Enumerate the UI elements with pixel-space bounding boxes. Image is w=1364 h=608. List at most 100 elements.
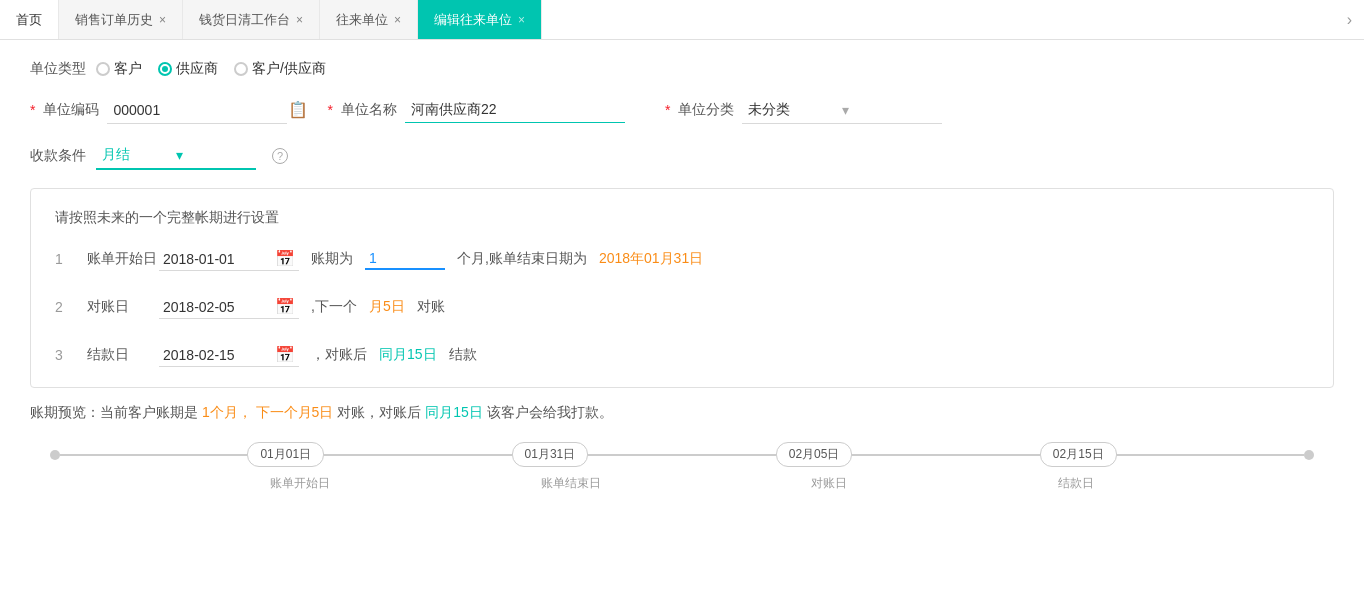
unit-code-input[interactable]	[113, 102, 288, 118]
tab-nav-arrow[interactable]: ›	[1335, 0, 1364, 39]
unit-code-input-wrap: 📋	[107, 96, 287, 124]
period-title: 请按照未来的一个完整帐期进行设置	[55, 209, 1309, 227]
timeline-node-1: 01月01日	[247, 442, 324, 467]
unit-name-input[interactable]	[405, 98, 625, 123]
period-count-wrap	[365, 248, 445, 270]
radio-customer-circle	[96, 62, 110, 76]
period-row-2-date-input[interactable]	[163, 299, 275, 315]
timeline-node-4-label: 02月15日	[1040, 442, 1117, 467]
tab-cashwork[interactable]: 钱货日清工作台 ×	[183, 0, 320, 39]
period-row-3-desc-after: 结款	[449, 346, 477, 364]
payment-terms-help[interactable]: ?	[272, 148, 288, 164]
payment-terms-select[interactable]: 月结 ▾	[96, 142, 256, 170]
timeline-node-2: 01月31日	[512, 442, 589, 467]
period-row-3-calendar-icon[interactable]: 📅	[275, 345, 295, 364]
period-row-3-highlight: 同月15日	[379, 346, 437, 364]
period-row-2-desc-after: 对账	[417, 298, 445, 316]
period-row-1-date-wrap: 📅	[159, 247, 299, 271]
preview-label: 账期预览：当前客户账期是	[30, 404, 198, 420]
unit-category-value: 未分类	[748, 101, 842, 119]
timeline-seg-5	[1117, 454, 1304, 456]
radio-both[interactable]: 客户/供应商	[234, 60, 326, 78]
timeline-end-dot	[1304, 450, 1314, 460]
payment-terms-label: 收款条件	[30, 147, 86, 165]
payment-terms-row: 收款条件 月结 ▾ ?	[30, 142, 1334, 170]
tab-home[interactable]: 首页	[0, 0, 59, 39]
preview-part1: 1个月，	[202, 404, 252, 420]
timeline-label-3: 对账日	[811, 475, 847, 492]
period-row-2-num: 2	[55, 299, 75, 315]
unit-type-row: 单位类型 客户 供应商 客户/供应商	[30, 60, 1334, 78]
period-row-2-desc-before: ,下一个	[311, 298, 357, 316]
main-content: 单位类型 客户 供应商 客户/供应商 * 单位编码 📋	[0, 40, 1364, 608]
timeline-label-4: 结款日	[1058, 475, 1094, 492]
period-row-1-num: 1	[55, 251, 75, 267]
tab-edit-partner-label: 编辑往来单位	[434, 11, 512, 29]
period-row-3-date-input[interactable]	[163, 347, 275, 363]
timeline-labels-row: 账单开始日 账单结束日 对账日 结款日	[50, 475, 1314, 492]
tab-sales-history-close[interactable]: ×	[159, 13, 166, 27]
period-count-input[interactable]	[369, 250, 441, 266]
unit-code-icon[interactable]: 📋	[288, 100, 308, 119]
unit-code-required-star: *	[30, 102, 35, 118]
period-row-2-highlight: 月5日	[369, 298, 405, 316]
timeline-node-3: 02月05日	[776, 442, 853, 467]
radio-supplier-circle	[158, 62, 172, 76]
tab-edit-partner-close[interactable]: ×	[518, 13, 525, 27]
payment-terms-arrow: ▾	[176, 147, 250, 163]
unit-category-select[interactable]: 未分类 ▾	[742, 97, 942, 124]
unit-category-arrow: ▾	[842, 102, 936, 118]
unit-category-label: 单位分类	[678, 101, 734, 119]
tab-cashwork-label: 钱货日清工作台	[199, 11, 290, 29]
unit-type-label: 单位类型	[30, 60, 86, 78]
period-row-3-num: 3	[55, 347, 75, 363]
timeline-start-dot	[50, 450, 60, 460]
timeline-seg-1	[60, 454, 247, 456]
unit-name-required-star: *	[327, 102, 332, 118]
period-row-3-date-wrap: 📅	[159, 343, 299, 367]
tab-partner-label: 往来单位	[336, 11, 388, 29]
timeline-seg-2	[324, 454, 511, 456]
preview-part2: 下一个月5日	[256, 404, 334, 420]
period-row-2-calendar-icon[interactable]: 📅	[275, 297, 295, 316]
period-row-1-calendar-icon[interactable]: 📅	[275, 249, 295, 268]
period-row-1: 1 账单开始日 📅 账期为 个月,账单结束日期为 2018年01月31日	[55, 247, 1309, 271]
tab-sales-history[interactable]: 销售订单历史 ×	[59, 0, 183, 39]
radio-supplier[interactable]: 供应商	[158, 60, 218, 78]
timeline-node-4: 02月15日	[1040, 442, 1117, 467]
tab-home-label: 首页	[16, 11, 42, 29]
preview-text: 账期预览：当前客户账期是 1个月， 下一个月5日 对账，对账后 同月15日 该客…	[30, 404, 1334, 422]
radio-both-label: 客户/供应商	[252, 60, 326, 78]
tab-cashwork-close[interactable]: ×	[296, 13, 303, 27]
timeline-node-2-label: 01月31日	[512, 442, 589, 467]
period-row-2-label: 对账日	[87, 298, 147, 316]
period-row-2: 2 对账日 📅 ,下一个 月5日 对账	[55, 295, 1309, 319]
unit-category-required-star: *	[665, 102, 670, 118]
preview-section: 账期预览：当前客户账期是 1个月， 下一个月5日 对账，对账后 同月15日 该客…	[30, 404, 1334, 492]
timeline-seg-4	[852, 454, 1039, 456]
period-row-1-date-input[interactable]	[163, 251, 275, 267]
period-row-3-desc-before: ，对账后	[311, 346, 367, 364]
timeline-label-2: 账单结束日	[541, 475, 601, 492]
period-row-1-label: 账单开始日	[87, 250, 147, 268]
preview-part4: 同月15日	[425, 404, 483, 420]
tab-partner[interactable]: 往来单位 ×	[320, 0, 418, 39]
radio-supplier-label: 供应商	[176, 60, 218, 78]
period-row-3: 3 结款日 📅 ，对账后 同月15日 结款	[55, 343, 1309, 367]
timeline-node-1-label: 01月01日	[247, 442, 324, 467]
unit-name-label: 单位名称	[341, 101, 397, 119]
period-row-1-desc-before: 账期为	[311, 250, 353, 268]
radio-customer-label: 客户	[114, 60, 142, 78]
preview-part3: 对账，对账后	[337, 404, 421, 420]
tab-sales-history-label: 销售订单历史	[75, 11, 153, 29]
tab-bar: 首页 销售订单历史 × 钱货日清工作台 × 往来单位 × 编辑往来单位 × ›	[0, 0, 1364, 40]
timeline-node-3-label: 02月05日	[776, 442, 853, 467]
timeline-line-row: 01月01日 01月31日 02月05日 02月15日	[50, 442, 1314, 467]
payment-terms-value: 月结	[102, 146, 176, 164]
period-row-1-desc-after: 个月,账单结束日期为	[457, 250, 587, 268]
radio-both-circle	[234, 62, 248, 76]
tab-edit-partner[interactable]: 编辑往来单位 ×	[418, 0, 542, 39]
tab-partner-close[interactable]: ×	[394, 13, 401, 27]
timeline: 01月01日 01月31日 02月05日 02月15日	[30, 442, 1334, 492]
radio-customer[interactable]: 客户	[96, 60, 142, 78]
